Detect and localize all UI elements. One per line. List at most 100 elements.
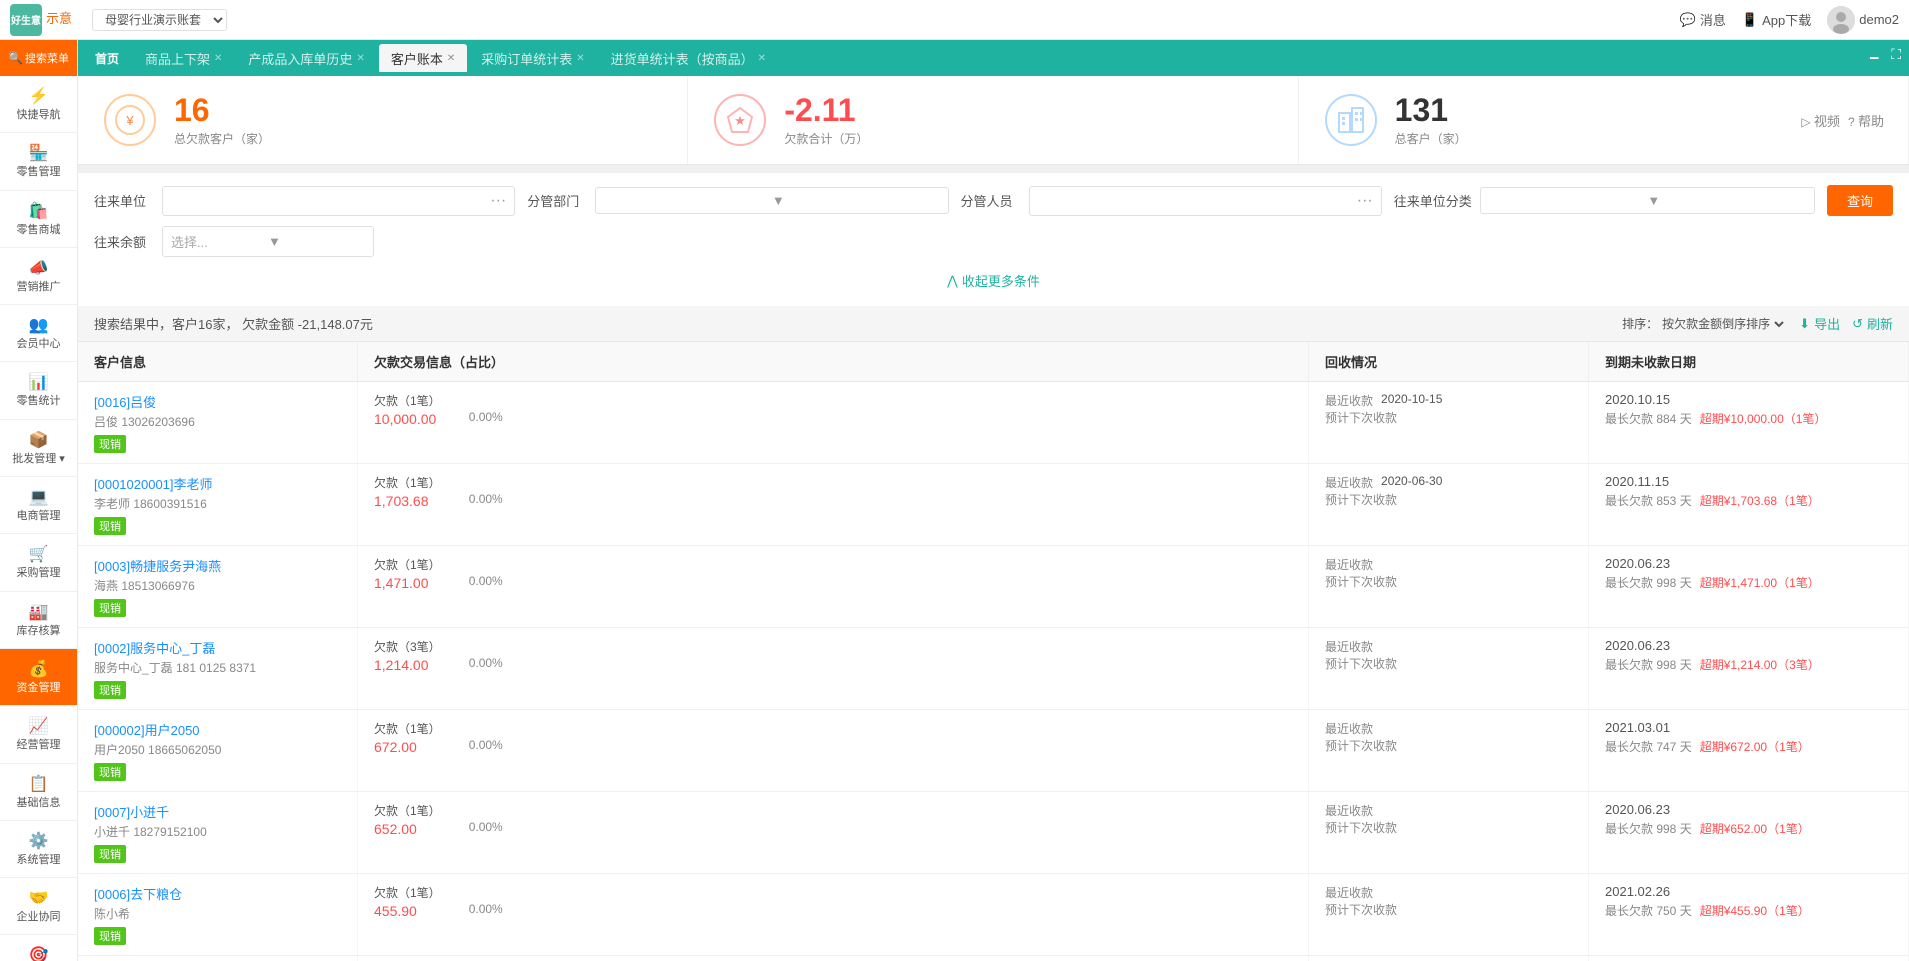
td-customer-6: [0006]去下粮仓 陈小希 现销 — [78, 874, 358, 955]
overdue-days-3: 最长欠款 998 天 — [1605, 656, 1692, 673]
balance-select[interactable]: 选择... ▼ — [162, 226, 374, 257]
person-label: 分管人员 — [961, 191, 1021, 210]
person-input[interactable]: ··· — [1029, 186, 1382, 216]
tab-close-purchase[interactable]: ✕ — [576, 53, 584, 64]
sidebar-item-newbie[interactable]: 🎯 新手引导 — [0, 935, 77, 961]
results-bar: 搜索结果中，客户16家， 欠款金额 -21,148.07元 排序：按欠款金额倒序… — [78, 306, 1909, 342]
recovery-label-5: 最近收款 — [1325, 802, 1373, 819]
collapse-icon: ⋀ — [947, 273, 958, 289]
due-date-2: 2020.06.23 — [1605, 556, 1892, 571]
sidebar-item-retail-mgmt[interactable]: 🏪 零售管理 — [0, 133, 77, 190]
overdue-text-6[interactable]: 超期¥455.90（1笔） — [1700, 902, 1810, 919]
source-unit-input[interactable]: ··· — [162, 186, 515, 216]
svg-text:¥: ¥ — [125, 113, 134, 128]
customer-name-4[interactable]: [000002]用户2050 — [94, 720, 341, 739]
message-btn[interactable]: 💬 消息 — [1680, 10, 1726, 29]
sidebar-item-ecommerce[interactable]: 💻 电商管理 — [0, 477, 77, 534]
overdue-text-1[interactable]: 超期¥1,703.68（1笔） — [1700, 492, 1820, 509]
overdue-text-2[interactable]: 超期¥1,471.00（1笔） — [1700, 574, 1820, 591]
main-layout: 🔍 搜索菜单 ⚡ 快捷导航 🏪 零售管理 🛍️ 零售商城 📣 营销推广 👥 会员… — [0, 40, 1909, 961]
tab-products[interactable]: 商品上下架 ✕ — [133, 44, 234, 72]
tab-production[interactable]: 产成品入库单历史 ✕ — [236, 44, 376, 72]
td-customer-7: [000001]黄思源 黄思源 13552700226 现销 — [78, 956, 358, 961]
overdue-days-2: 最长欠款 998 天 — [1605, 574, 1692, 591]
refresh-btn[interactable]: ↺ 刷新 — [1852, 314, 1893, 333]
sidebar: 🔍 搜索菜单 ⚡ 快捷导航 🏪 零售管理 🛍️ 零售商城 📣 营销推广 👥 会员… — [0, 40, 78, 961]
tab-incoming[interactable]: 进货单统计表（按商品） ✕ — [599, 44, 778, 72]
tab-maximize-btn[interactable]: ⛶ — [1887, 44, 1905, 72]
overdue-days-6: 最长欠款 750 天 — [1605, 902, 1692, 919]
td-recovery-7: 最近收款 预计下次收款 — [1309, 956, 1589, 961]
company-select[interactable]: 母婴行业演示账套 — [92, 9, 227, 31]
due-date-6: 2021.02.26 — [1605, 884, 1892, 899]
tab-home[interactable]: 首页 — [83, 44, 131, 72]
recovery-date-1: 2020-06-30 — [1381, 474, 1442, 491]
video-btn[interactable]: ▷ 视频 — [1801, 111, 1840, 130]
sidebar-item-retail-stats[interactable]: 📊 零售统计 — [0, 362, 77, 419]
user-profile[interactable]: demo2 — [1827, 6, 1899, 34]
overdue-text-4[interactable]: 超期¥672.00（1笔） — [1700, 738, 1810, 755]
sidebar-item-quick-nav[interactable]: ⚡ 快捷导航 — [0, 76, 77, 133]
tab-close-customer[interactable]: ✕ — [447, 53, 455, 64]
overdue-text-0[interactable]: 超期¥10,000.00（1笔） — [1700, 410, 1827, 427]
table-row: [000002]用户2050 用户2050 18665062050 现销 欠款（… — [78, 710, 1909, 792]
sidebar-item-finance[interactable]: 💰 资金管理 — [0, 649, 77, 706]
customer-tag-0: 现销 — [94, 435, 126, 453]
customer-name-3[interactable]: [0002]服务中心_丁磊 — [94, 638, 341, 657]
stats-row: ¥ 16 总欠款客户（家） ★ -2.11 — [78, 76, 1909, 165]
tab-close-incoming[interactable]: ✕ — [758, 53, 766, 64]
table-row: [0006]去下粮仓 陈小希 现销 欠款（1笔） 455.90 0.00% — [78, 874, 1909, 956]
sidebar-item-retail-mall[interactable]: 🛍️ 零售商城 — [0, 191, 77, 248]
due-date-1: 2020.11.15 — [1605, 474, 1892, 489]
source-unit-dots[interactable]: ··· — [490, 192, 506, 210]
debt-amount-4: 672.00 — [374, 739, 441, 755]
customer-name-0[interactable]: [0016]吕俊 — [94, 392, 341, 411]
next-collection-4: 预计下次收款 — [1325, 737, 1572, 754]
sidebar-item-inventory[interactable]: 🏭 库存核算 — [0, 592, 77, 649]
sidebar-item-enterprise[interactable]: 🤝 企业协同 — [0, 878, 77, 935]
sidebar-item-member[interactable]: 👥 会员中心 — [0, 305, 77, 362]
td-recovery-5: 最近收款 预计下次收款 — [1309, 792, 1589, 873]
sidebar-item-system[interactable]: ⚙️ 系统管理 — [0, 821, 77, 878]
tab-purchase[interactable]: 采购订单统计表 ✕ — [469, 44, 596, 72]
export-btn[interactable]: ⬇ 导出 — [1799, 314, 1840, 333]
sidebar-item-marketing[interactable]: 📣 营销推广 — [0, 248, 77, 305]
tab-close-production[interactable]: ✕ — [356, 53, 364, 64]
tab-close-products[interactable]: ✕ — [214, 53, 222, 64]
collapse-btn[interactable]: ⋀ 收起更多条件 — [947, 271, 1040, 290]
customer-name-5[interactable]: [0007]小迸千 — [94, 802, 341, 821]
td-debt-0: 欠款（1笔） 10,000.00 0.00% — [358, 382, 1309, 463]
tab-customer[interactable]: 客户账本 ✕ — [379, 44, 467, 72]
person-dots[interactable]: ··· — [1357, 192, 1373, 210]
yuan-icon: ¥ — [104, 94, 156, 146]
help-btn[interactable]: ? 帮助 — [1848, 111, 1884, 130]
sidebar-item-purchase[interactable]: 🛒 采购管理 — [0, 534, 77, 591]
sort-select[interactable]: 按欠款金额倒序排序 — [1658, 316, 1787, 332]
overdue-text-5[interactable]: 超期¥652.00（1笔） — [1700, 820, 1810, 837]
dept-select[interactable]: ▼ — [595, 187, 948, 214]
collapse-row: ⋀ 收起更多条件 — [94, 267, 1893, 294]
overdue-text-3[interactable]: 超期¥1,214.00（3笔） — [1700, 656, 1820, 673]
recovery-label-1: 最近收款 — [1325, 474, 1373, 491]
app-download-btn[interactable]: 📱 App下载 — [1742, 10, 1811, 29]
stat-card-total-customers: 131 总客户（家） ▷ 视频 ? 帮助 — [1299, 76, 1909, 164]
unit-class-select[interactable]: ▼ — [1480, 187, 1815, 214]
customer-name-1[interactable]: [0001020001]李老师 — [94, 474, 341, 493]
sidebar-item-batch-mgmt[interactable]: 📦 批发管理 ▾ — [0, 420, 77, 477]
unit-class-label: 往来单位分类 — [1394, 191, 1472, 210]
search-icon: 🔍 — [8, 51, 23, 65]
diamond-icon: ★ — [714, 94, 766, 146]
search-menu-btn[interactable]: 🔍 搜索菜单 — [0, 40, 77, 76]
sidebar-item-basic[interactable]: 📋 基础信息 — [0, 764, 77, 821]
message-icon: 💬 — [1680, 12, 1696, 28]
search-button[interactable]: 查询 — [1827, 185, 1893, 216]
customer-name-2[interactable]: [0003]畅捷服务尹海燕 — [94, 556, 341, 575]
app-logo: 好生意 — [10, 4, 42, 36]
customer-name-6[interactable]: [0006]去下粮仓 — [94, 884, 341, 903]
sidebar-item-operations[interactable]: 📈 经营管理 — [0, 706, 77, 763]
debt-percent-5: 0.00% — [469, 820, 503, 834]
due-date-4: 2021.03.01 — [1605, 720, 1892, 735]
tab-minimize-btn[interactable]: 🗕 — [1865, 44, 1883, 72]
td-debt-2: 欠款（1笔） 1,471.00 0.00% — [358, 546, 1309, 627]
debt-label-5: 欠款（1笔） — [374, 802, 441, 819]
